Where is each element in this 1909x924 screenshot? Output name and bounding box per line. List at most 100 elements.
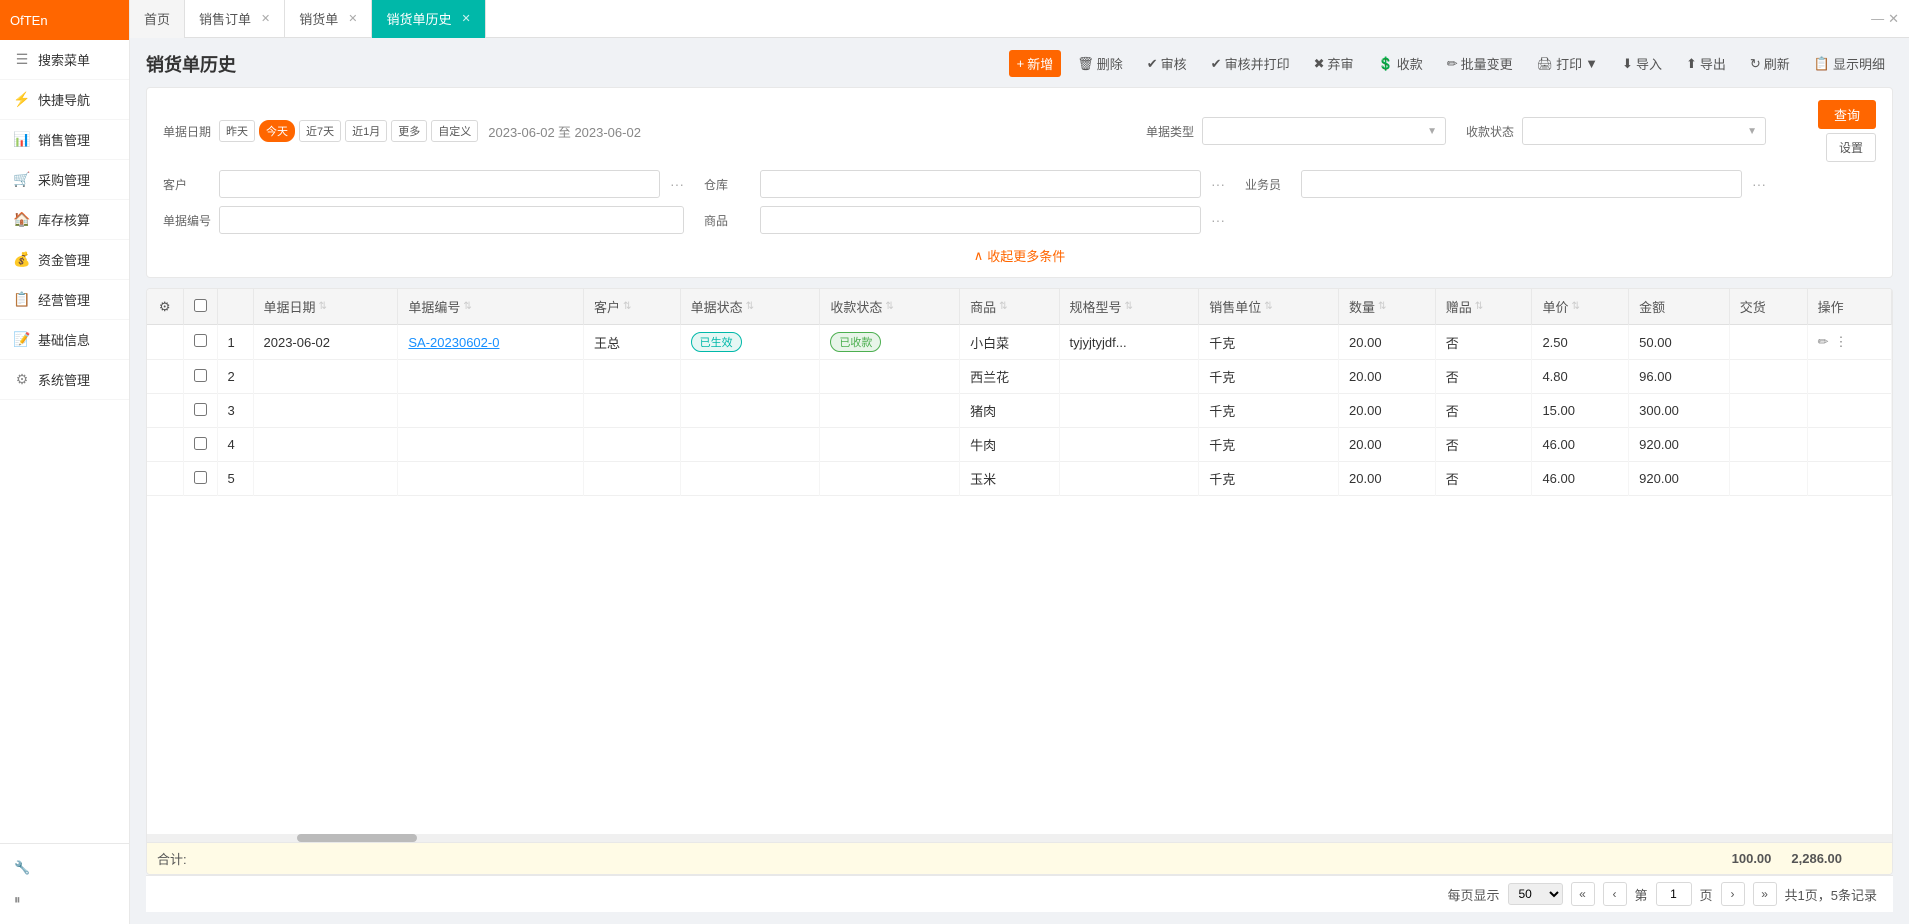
sales-unit-sort-icon[interactable]: ⇅: [1264, 301, 1272, 312]
date-btn-custom[interactable]: 自定义: [431, 120, 478, 142]
sidebar-item-purchase-mgmt[interactable]: 🛒 采购管理: [0, 160, 129, 200]
row-checkbox[interactable]: [194, 471, 207, 484]
sidebar-item-inventory-calc[interactable]: 🏠 库存核算: [0, 200, 129, 240]
warehouse-input[interactable]: [760, 170, 1201, 198]
col-doc-date[interactable]: 单据日期 ⇅: [253, 289, 398, 325]
sidebar-item-basic-info[interactable]: 📝 基础信息: [0, 320, 129, 360]
tab-sales-history[interactable]: 销货单历史 ✕: [372, 0, 485, 38]
customer-sort-icon[interactable]: ⇅: [623, 301, 631, 312]
cell-pay-status: [820, 360, 960, 394]
cell-amount: 920.00: [1629, 462, 1730, 496]
tab-close-all-icon[interactable]: ✕: [1888, 11, 1899, 27]
sidebar-item-sys-mgmt[interactable]: ⚙ 系统管理: [0, 360, 129, 400]
page-next-button[interactable]: ›: [1721, 882, 1745, 906]
approve-print-button[interactable]: ✔ 审核并打印: [1203, 50, 1298, 77]
date-btn-7days[interactable]: 近7天: [299, 120, 341, 142]
sidebar-pause-icon: ⏸: [14, 892, 21, 908]
horizontal-scrollbar[interactable]: [147, 834, 1892, 842]
query-button[interactable]: 查询: [1818, 100, 1876, 129]
new-button[interactable]: + 新增: [1009, 50, 1062, 77]
spec-sort-icon[interactable]: ⇅: [1125, 301, 1133, 312]
goods-sort-icon[interactable]: ⇅: [999, 301, 1007, 312]
import-button[interactable]: ⬇ 导入: [1614, 50, 1670, 77]
business-input[interactable]: [1301, 170, 1742, 198]
edit-action-icon[interactable]: ✏: [1818, 334, 1829, 350]
date-btn-more[interactable]: 更多: [391, 120, 427, 142]
tab-minimize-icon[interactable]: —: [1871, 11, 1884, 26]
abandon-button[interactable]: ✖ 弃审: [1306, 50, 1362, 77]
col-pay-status[interactable]: 收款状态 ⇅: [820, 289, 960, 325]
pay-status-select[interactable]: ▼: [1522, 117, 1766, 145]
doc-type-select[interactable]: ▼: [1202, 117, 1446, 145]
doc-no-sort-icon[interactable]: ⇅: [463, 301, 471, 312]
sidebar-pause-btn[interactable]: ⏸: [0, 884, 129, 916]
more-action-icon[interactable]: ⋮: [1835, 334, 1848, 350]
col-quantity[interactable]: 数量 ⇅: [1339, 289, 1436, 325]
row-checkbox[interactable]: [194, 369, 207, 382]
page-first-button[interactable]: «: [1571, 882, 1595, 906]
goods-picker-icon[interactable]: ···: [1211, 212, 1225, 228]
filter-settings-button[interactable]: 设置: [1826, 133, 1876, 162]
date-btn-today[interactable]: 今天: [259, 120, 295, 142]
col-sales-unit[interactable]: 销售单位 ⇅: [1199, 289, 1339, 325]
col-gift[interactable]: 赠品 ⇅: [1435, 289, 1532, 325]
customer-input[interactable]: [219, 170, 660, 198]
tab-home[interactable]: 首页: [130, 0, 185, 38]
page-prev-button[interactable]: ‹: [1603, 882, 1627, 906]
refresh-button[interactable]: ↻ 刷新: [1742, 50, 1798, 77]
print-button[interactable]: 🖨 打印 ▼: [1529, 50, 1606, 77]
cell-unit-price: 15.00: [1532, 394, 1629, 428]
doc-date-sort-icon[interactable]: ⇅: [319, 301, 327, 312]
batch-change-button[interactable]: ✏ 批量变更: [1439, 50, 1521, 77]
col-doc-no[interactable]: 单据编号 ⇅: [398, 289, 584, 325]
sidebar-item-sales-mgmt[interactable]: 📊 销售管理: [0, 120, 129, 160]
tab-sales-shipment[interactable]: 销货单 ✕: [285, 0, 372, 38]
page-last-button[interactable]: »: [1753, 882, 1777, 906]
row-checkbox[interactable]: [194, 437, 207, 450]
scroll-bar-thumb[interactable]: [297, 834, 417, 842]
col-customer[interactable]: 客户 ⇅: [583, 289, 680, 325]
warehouse-picker-icon[interactable]: ···: [1211, 176, 1225, 192]
show-details-icon: 📋: [1814, 56, 1830, 72]
customer-picker-icon[interactable]: ···: [670, 176, 684, 192]
row-checkbox[interactable]: [194, 403, 207, 416]
sidebar-item-search-menu[interactable]: ☰ 搜索菜单: [0, 40, 129, 80]
col-spec[interactable]: 规格型号 ⇅: [1059, 289, 1199, 325]
receive-button[interactable]: 💲 收款: [1370, 50, 1431, 77]
goods-label: 商品: [704, 212, 754, 229]
col-unit-price[interactable]: 单价 ⇅: [1532, 289, 1629, 325]
doc-no-input[interactable]: [219, 206, 684, 234]
gift-sort-icon[interactable]: ⇅: [1475, 301, 1483, 312]
page-input[interactable]: [1656, 882, 1692, 906]
tab-sales-history-close[interactable]: ✕: [462, 12, 471, 25]
cell-checkbox: [183, 325, 217, 360]
show-details-button[interactable]: 📋 显示明细: [1806, 50, 1893, 77]
unit-price-sort-icon[interactable]: ⇅: [1571, 301, 1579, 312]
row-checkbox[interactable]: [194, 334, 207, 347]
delete-button[interactable]: 🗑 删除: [1069, 50, 1131, 77]
date-btn-1month[interactable]: 近1月: [345, 120, 387, 142]
business-picker-icon[interactable]: ···: [1752, 176, 1766, 192]
quantity-sort-icon[interactable]: ⇅: [1378, 301, 1386, 312]
doc-no-link[interactable]: SA-20230602-0: [408, 335, 499, 350]
date-btn-yesterday[interactable]: 昨天: [219, 120, 255, 142]
col-gear[interactable]: ⚙: [147, 289, 183, 325]
collapse-filter-button[interactable]: ∧ 收起更多条件: [163, 242, 1876, 265]
page-size-select[interactable]: 50 100 200: [1508, 883, 1563, 905]
sidebar-item-quick-nav[interactable]: ⚡ 快捷导航: [0, 80, 129, 120]
sidebar-item-fund-mgmt[interactable]: 💰 资金管理: [0, 240, 129, 280]
goods-input[interactable]: [760, 206, 1201, 234]
export-button[interactable]: ⬆ 导出: [1678, 50, 1734, 77]
col-doc-status[interactable]: 单据状态 ⇅: [680, 289, 820, 325]
col-goods[interactable]: 商品 ⇅: [960, 289, 1059, 325]
pay-status-sort-icon[interactable]: ⇅: [885, 301, 893, 312]
sidebar-settings-btn[interactable]: 🔧: [0, 852, 129, 884]
approve-button[interactable]: ✔ 审核: [1139, 50, 1195, 77]
doc-status-sort-icon[interactable]: ⇅: [746, 301, 754, 312]
tab-bar-end: — ✕: [1871, 11, 1909, 27]
sidebar-item-ops-mgmt[interactable]: 📋 经营管理: [0, 280, 129, 320]
tab-sales-order[interactable]: 销售订单 ✕: [185, 0, 285, 38]
tab-sales-shipment-close[interactable]: ✕: [348, 12, 357, 25]
select-all-checkbox[interactable]: [194, 299, 207, 312]
tab-sales-order-close[interactable]: ✕: [261, 12, 270, 25]
